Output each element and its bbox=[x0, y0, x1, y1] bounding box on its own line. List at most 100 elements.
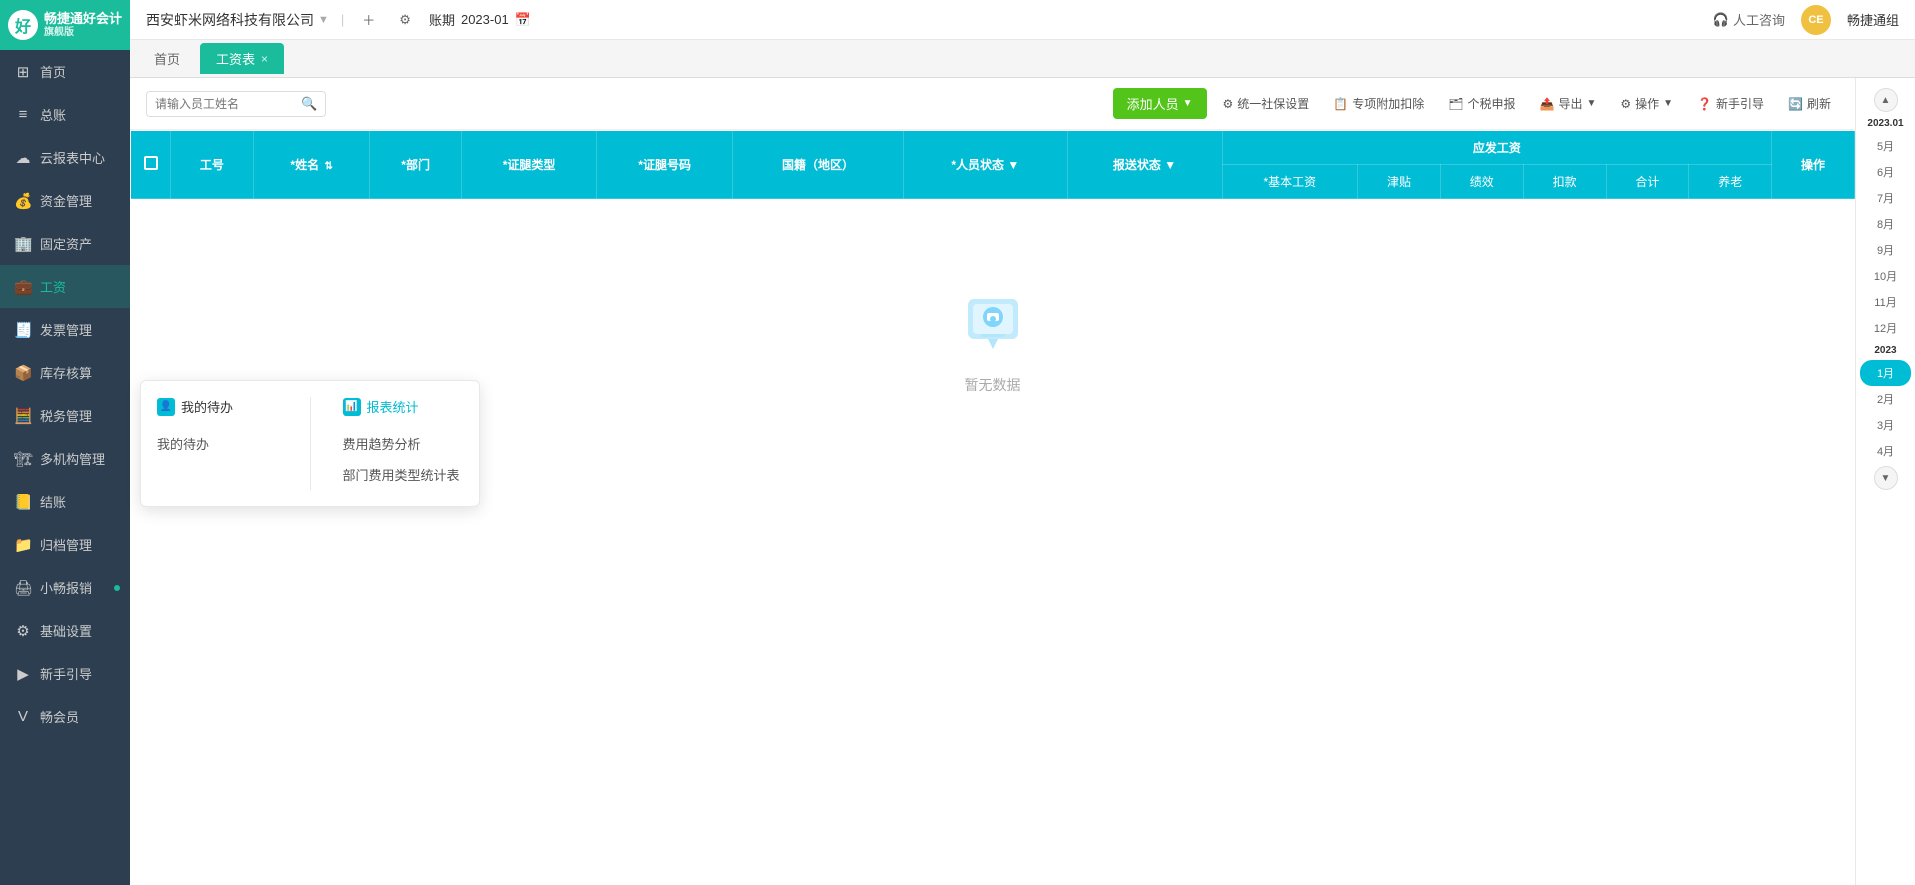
sidebar-item-settings[interactable]: ⚙ 基础设置 bbox=[0, 609, 130, 652]
popup-item-trend[interactable]: 费用趋势分析 bbox=[343, 428, 464, 459]
sidebar-label-inventory: 库存核算 bbox=[40, 363, 92, 382]
todo-header-label: 我的待办 bbox=[181, 397, 233, 416]
invoice-icon: 🧾 bbox=[14, 321, 32, 339]
operations-btn[interactable]: ⚙ 操作 ▼ bbox=[1612, 90, 1681, 117]
expense-icon: 🖨 bbox=[14, 579, 32, 597]
header-checkbox[interactable] bbox=[131, 131, 171, 199]
guide-icon2: ❓ bbox=[1697, 97, 1712, 111]
tab-salary[interactable]: 工资表 × bbox=[200, 43, 284, 74]
header-name[interactable]: *姓名 ⇅ bbox=[253, 131, 370, 199]
timeline-month-6[interactable]: 6月 bbox=[1856, 159, 1915, 185]
search-icon: 🔍 bbox=[301, 96, 317, 112]
user-name: 畅捷通组 bbox=[1847, 10, 1899, 29]
header-empno: 工号 bbox=[171, 131, 254, 199]
timeline-month-5[interactable]: 5月 bbox=[1856, 133, 1915, 159]
deduction-btn[interactable]: 📋 专项附加扣除 bbox=[1325, 90, 1432, 117]
timeline-month-2[interactable]: 2月 bbox=[1856, 386, 1915, 412]
add-company-btn[interactable]: ＋ bbox=[356, 6, 381, 33]
timeline-month-4[interactable]: 4月 bbox=[1856, 438, 1915, 464]
export-btn[interactable]: 📤 导出 ▼ bbox=[1532, 90, 1605, 117]
refresh-icon: 🔄 bbox=[1788, 97, 1803, 111]
sidebar-item-member[interactable]: V 畅会员 bbox=[0, 695, 130, 738]
sidebar-item-assets[interactable]: 🏢 固定资产 bbox=[0, 222, 130, 265]
timeline-month-11[interactable]: 11月 bbox=[1856, 289, 1915, 315]
timeline-month-9[interactable]: 9月 bbox=[1856, 237, 1915, 263]
sidebar-item-cloud[interactable]: ☁ 云报表中心 bbox=[0, 136, 130, 179]
sidebar-item-tax[interactable]: 🧮 税务管理 bbox=[0, 394, 130, 437]
reports-header-icon: 📊 bbox=[343, 398, 361, 416]
timeline-year-label: 2023.01 bbox=[1867, 114, 1903, 133]
sort-icon: ⇅ bbox=[324, 161, 332, 172]
timeline-month-10[interactable]: 10月 bbox=[1856, 263, 1915, 289]
sidebar-item-funds[interactable]: 💰 资金管理 bbox=[0, 179, 130, 222]
settings-btn[interactable]: ⚙ bbox=[393, 8, 417, 32]
user-avatar[interactable]: CE bbox=[1801, 5, 1831, 35]
search-input[interactable] bbox=[155, 97, 295, 111]
logo-icon: 好 bbox=[8, 10, 38, 40]
inventory-icon: 📦 bbox=[14, 364, 32, 382]
sidebar-item-ledger[interactable]: ≡ 总账 bbox=[0, 93, 130, 136]
sidebar-item-archive[interactable]: 📁 归档管理 bbox=[0, 523, 130, 566]
header-status[interactable]: *人员状态 ▼ bbox=[904, 131, 1068, 199]
timeline-month-12[interactable]: 12月 bbox=[1856, 315, 1915, 341]
guide-btn[interactable]: ❓ 新手引导 bbox=[1689, 90, 1772, 117]
sidebar-label-tax: 税务管理 bbox=[40, 406, 92, 425]
popup-item-dept[interactable]: 部门费用类型统计表 bbox=[343, 459, 464, 490]
funds-icon: 💰 bbox=[14, 192, 32, 210]
company-name: 西安虾米网络科技有限公司 ▼ bbox=[146, 10, 329, 30]
home-icon: ⊞ bbox=[14, 63, 32, 81]
popup-col-todo: 👤 我的待办 我的待办 bbox=[157, 397, 278, 490]
header-performance: 绩效 bbox=[1440, 165, 1523, 199]
tabbar: 首页 工资表 × bbox=[130, 40, 1915, 78]
period-value: 2023-01 bbox=[461, 12, 509, 27]
dropdown-arrow-icon: ▼ bbox=[1183, 98, 1193, 109]
headphone-icon: 🎧 bbox=[1713, 12, 1729, 28]
sidebar-item-closing[interactable]: 📒 结账 bbox=[0, 480, 130, 523]
search-wrap: 🔍 bbox=[146, 91, 326, 117]
app-logo: 好 畅捷通好会计 旗舰版 bbox=[0, 0, 130, 50]
social-insurance-btn[interactable]: ⚙ 统一社保设置 bbox=[1215, 90, 1318, 117]
timeline-up-btn[interactable]: ▲ bbox=[1874, 88, 1898, 112]
popup-divider bbox=[310, 397, 311, 490]
sidebar-item-home[interactable]: ⊞ 首页 bbox=[0, 50, 130, 93]
dropdown-arrow-icon[interactable]: ▼ bbox=[318, 14, 329, 26]
toolbar-actions: 添加人员 ▼ ⚙ 统一社保设置 📋 专项附加扣除 🗂 个税申报 bbox=[1113, 88, 1839, 119]
sidebar-item-multi[interactable]: 🏗 多机构管理 bbox=[0, 437, 130, 480]
tab-close-icon[interactable]: × bbox=[261, 52, 268, 66]
header-dept: *部门 bbox=[370, 131, 461, 199]
header-pension: 养老 bbox=[1689, 165, 1772, 199]
service-btn[interactable]: 🎧 人工咨询 bbox=[1713, 10, 1785, 29]
add-icon: ＋ bbox=[362, 10, 375, 29]
tax-icon2: 🗂 bbox=[1448, 97, 1463, 111]
sidebar-item-inventory[interactable]: 📦 库存核算 bbox=[0, 351, 130, 394]
timeline-down-btn[interactable]: ▼ bbox=[1874, 466, 1898, 490]
period-section: 账期 2023-01 📅 bbox=[429, 10, 531, 29]
table-header-row1: 工号 *姓名 ⇅ *部门 *证腿类型 *证腿号码 国籍（地区） *人员状态 bbox=[131, 131, 1855, 165]
add-person-btn[interactable]: 添加人员 ▼ bbox=[1113, 88, 1207, 119]
sidebar-item-guide[interactable]: ▶ 新手引导 bbox=[0, 652, 130, 695]
sidebar-item-salary[interactable]: 💼 工资 bbox=[0, 265, 130, 308]
topbar: 西安虾米网络科技有限公司 ▼ | ＋ ⚙ 账期 2023-01 📅 🎧 人工咨询… bbox=[130, 0, 1915, 40]
timeline-year-2023: 2023 bbox=[1874, 341, 1896, 360]
timeline-month-1[interactable]: 1月 bbox=[1860, 360, 1911, 386]
tab-home[interactable]: 首页 bbox=[138, 43, 196, 74]
sidebar-item-expense[interactable]: 🖨 小畅报销 bbox=[0, 566, 130, 609]
popup-item-mytodo[interactable]: 我的待办 bbox=[157, 428, 278, 459]
calendar-icon[interactable]: 📅 bbox=[515, 12, 531, 28]
header-deduction: 扣款 bbox=[1523, 165, 1606, 199]
header-id-no: *证腿号码 bbox=[597, 131, 733, 199]
header-report[interactable]: 报送状态 ▼ bbox=[1067, 131, 1222, 199]
refresh-btn[interactable]: 🔄 刷新 bbox=[1780, 90, 1839, 117]
timeline-month-8[interactable]: 8月 bbox=[1856, 211, 1915, 237]
timeline-month-7[interactable]: 7月 bbox=[1856, 185, 1915, 211]
sidebar-item-invoice[interactable]: 🧾 发票管理 bbox=[0, 308, 130, 351]
header-id-type: *证腿类型 bbox=[461, 131, 597, 199]
tax-report-btn[interactable]: 🗂 个税申报 bbox=[1440, 90, 1523, 117]
divider1: | bbox=[341, 12, 344, 27]
sidebar-label-ledger: 总账 bbox=[40, 105, 66, 124]
empty-text: 暂无数据 bbox=[965, 375, 1021, 395]
timeline-panel: ▲ 2023.01 5月 6月 7月 8月 9月 10月 11月 12月 202… bbox=[1855, 78, 1915, 885]
timeline-month-3[interactable]: 3月 bbox=[1856, 412, 1915, 438]
sidebar-label-archive: 归档管理 bbox=[40, 535, 92, 554]
tab-salary-label: 工资表 bbox=[216, 49, 255, 68]
